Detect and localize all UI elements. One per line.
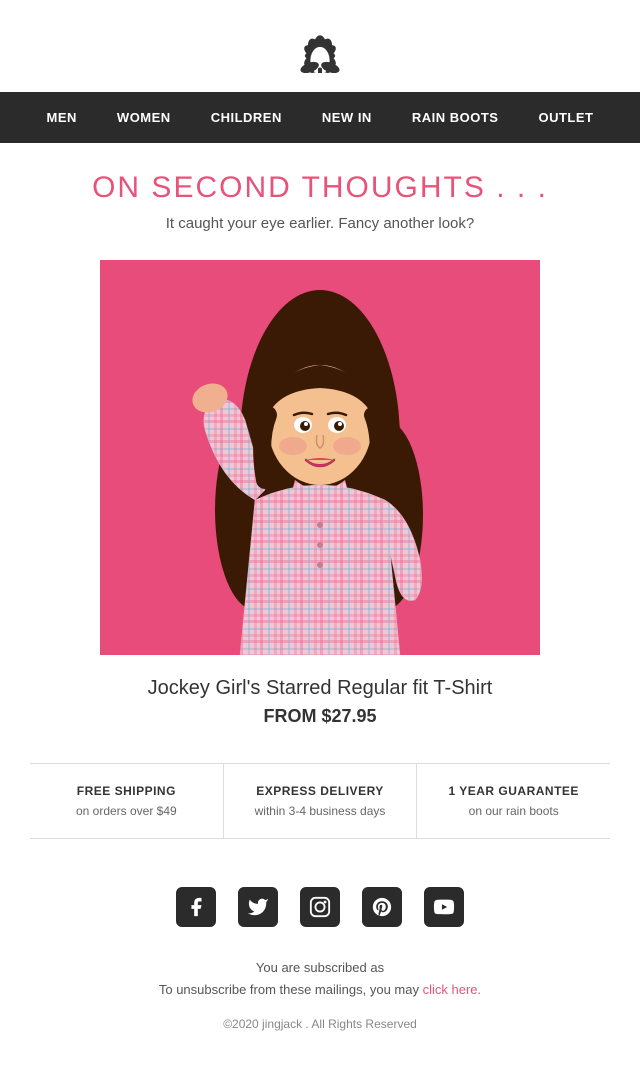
subscribed-text: You are subscribed as — [256, 960, 384, 975]
site-logo[interactable] — [285, 18, 355, 78]
feature-guarantee-desc: on our rain boots — [427, 804, 600, 818]
social-bar — [0, 859, 640, 947]
main-navigation: MEN WOMEN CHILDREN NEW IN RAIN BOOTS OUT… — [0, 92, 640, 143]
features-bar: FREE SHIPPING on orders over $49 EXPRESS… — [30, 763, 610, 839]
nav-item-outlet[interactable]: OUTLET — [518, 92, 613, 143]
nav-item-men[interactable]: MEN — [27, 92, 97, 143]
twitter-icon[interactable] — [238, 887, 278, 927]
hero-title: ON SECOND THOUGHTS . . . — [20, 171, 620, 205]
feature-delivery-title: EXPRESS DELIVERY — [234, 784, 407, 798]
feature-shipping: FREE SHIPPING on orders over $49 — [30, 764, 224, 838]
nav-item-rain-boots[interactable]: RAIN BOOTS — [392, 92, 519, 143]
instagram-icon[interactable] — [300, 887, 340, 927]
pinterest-icon[interactable] — [362, 887, 402, 927]
youtube-icon[interactable] — [424, 887, 464, 927]
feature-shipping-title: FREE SHIPPING — [40, 784, 213, 798]
product-name: Jockey Girl's Starred Regular fit T-Shir… — [20, 677, 620, 700]
unsubscribe-text: To unsubscribe from these mailings, you … — [159, 982, 419, 997]
hero-subtitle: It caught your eye earlier. Fancy anothe… — [20, 215, 620, 232]
nav-item-women[interactable]: WOMEN — [97, 92, 191, 143]
nav-item-new-in[interactable]: NEW IN — [302, 92, 392, 143]
product-image-container — [0, 242, 640, 655]
product-info: Jockey Girl's Starred Regular fit T-Shir… — [0, 655, 640, 743]
footer-text: You are subscribed as To unsubscribe fro… — [0, 947, 640, 1007]
feature-shipping-desc: on orders over $49 — [40, 804, 213, 818]
site-header — [0, 0, 640, 92]
nav-item-children[interactable]: CHILDREN — [191, 92, 302, 143]
product-price: FROM $27.95 — [20, 706, 620, 727]
feature-delivery-desc: within 3-4 business days — [234, 804, 407, 818]
facebook-icon[interactable] — [176, 887, 216, 927]
product-image[interactable] — [100, 260, 540, 655]
feature-guarantee: 1 YEAR GUARANTEE on our rain boots — [417, 764, 610, 838]
unsubscribe-link[interactable]: click here. — [423, 982, 482, 997]
copyright: ©2020 jingjack . All Rights Reserved — [0, 1007, 640, 1051]
hero-section: ON SECOND THOUGHTS . . . It caught your … — [0, 143, 640, 242]
feature-delivery: EXPRESS DELIVERY within 3-4 business day… — [224, 764, 418, 838]
feature-guarantee-title: 1 YEAR GUARANTEE — [427, 784, 600, 798]
